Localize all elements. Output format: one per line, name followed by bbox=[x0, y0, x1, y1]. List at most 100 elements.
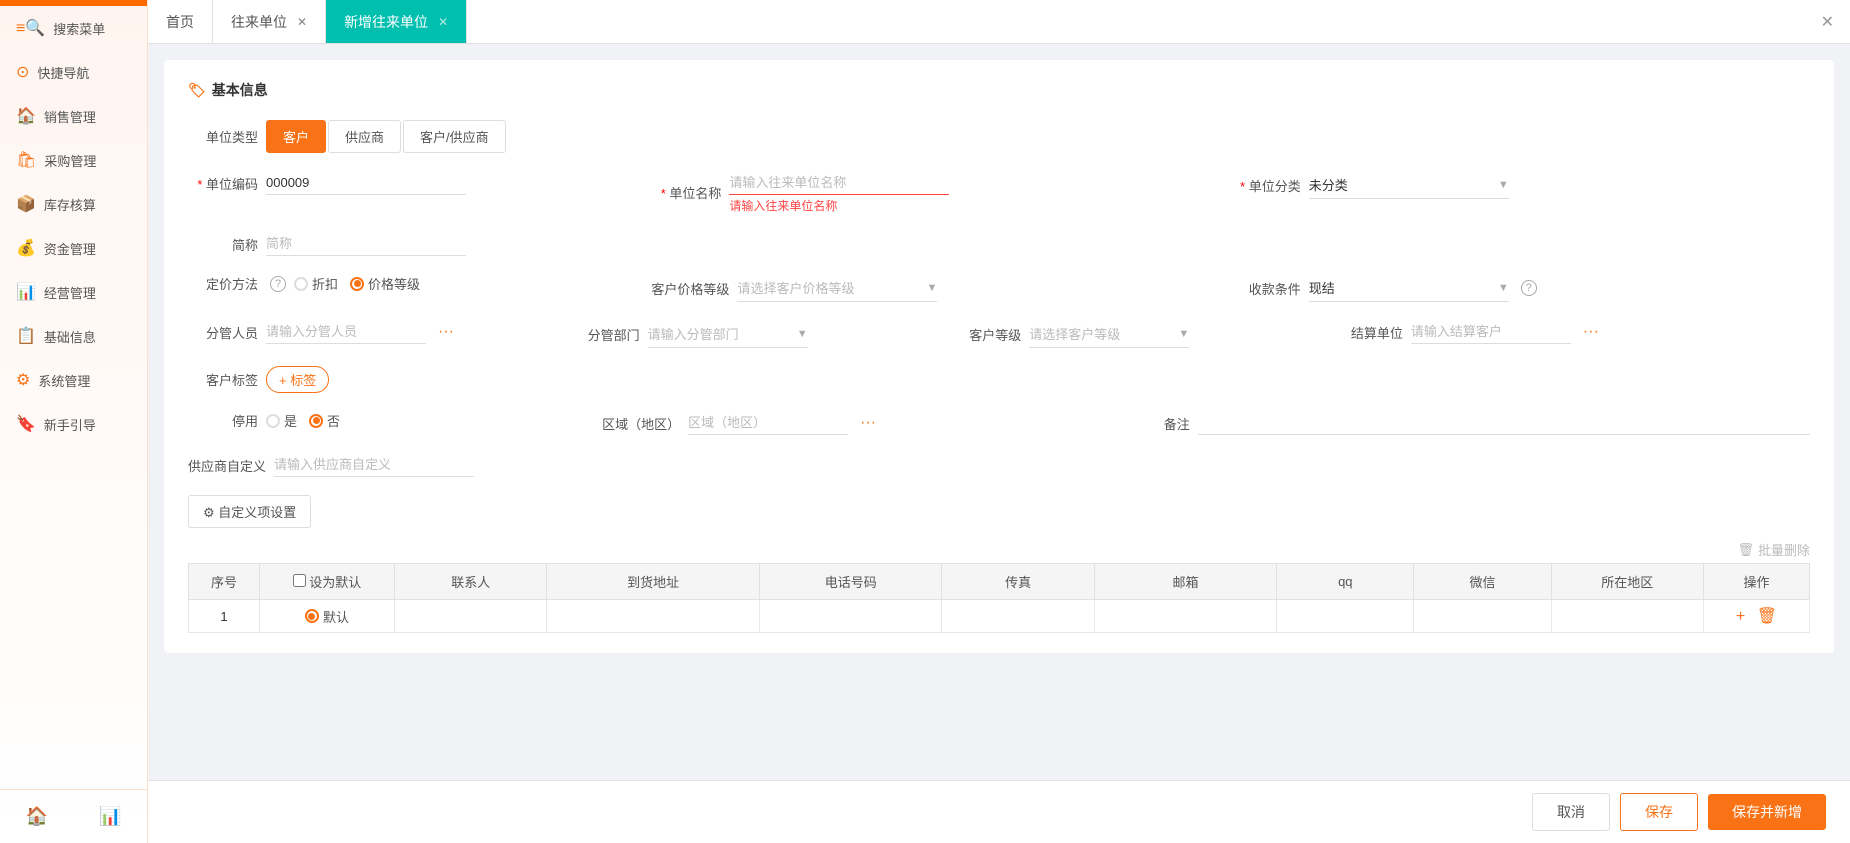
department-select[interactable]: 请输入分管部门 ▼ bbox=[648, 320, 808, 348]
unit-type-row: 单位类型 客户 供应商 客户/供应商 bbox=[188, 120, 1810, 153]
select-all-checkbox[interactable] bbox=[293, 574, 306, 587]
table-header: 序号 设为默认 联系人 到货地址 电话号码 传真 邮箱 qq 微信 所在地区 bbox=[189, 564, 1810, 600]
row-contact-input[interactable] bbox=[431, 609, 511, 624]
region-dots-btn[interactable]: ··· bbox=[856, 414, 880, 432]
tab-new-counterparty-close[interactable]: ✕ bbox=[438, 15, 448, 29]
sidebar-item-finance[interactable]: 💰 资金管理 bbox=[0, 226, 147, 270]
add-tag-button[interactable]: + 标签 bbox=[266, 366, 329, 393]
batch-delete-area[interactable]: 🗑 批量删除 bbox=[188, 540, 1810, 559]
tab-counterparties[interactable]: 往来单位 ✕ bbox=[213, 0, 326, 43]
sidebar-item-label: 新手引导 bbox=[44, 415, 96, 434]
row-qq-input[interactable] bbox=[1310, 609, 1380, 624]
row-address-input[interactable] bbox=[593, 609, 713, 624]
customer-level-value: 请选择客户等级 bbox=[1029, 324, 1174, 343]
sidebar-bottom: 🏠 📊 bbox=[0, 789, 147, 843]
row-delete-btn[interactable]: 🗑 bbox=[1753, 606, 1781, 626]
btn-both[interactable]: 客户/供应商 bbox=[403, 120, 506, 153]
save-button[interactable]: 保存 bbox=[1620, 793, 1698, 831]
disabled-yes-label: 是 bbox=[284, 411, 297, 430]
sidebar-item-basic[interactable]: 📋 基础信息 bbox=[0, 314, 147, 358]
customer-level-label: 客户等级 bbox=[951, 325, 1021, 344]
sidebar-item-system[interactable]: ⚙ 系统管理 bbox=[0, 358, 147, 402]
col-email: 邮箱 bbox=[1094, 564, 1276, 600]
col-phone: 电话号码 bbox=[759, 564, 941, 600]
unit-category-value: 未分类 bbox=[1309, 175, 1494, 194]
unit-type-group: 单位类型 客户 供应商 客户/供应商 bbox=[188, 120, 1810, 153]
unit-name-input[interactable] bbox=[729, 171, 949, 195]
btn-supplier[interactable]: 供应商 bbox=[328, 120, 401, 153]
row-wechat-input[interactable] bbox=[1448, 609, 1518, 624]
settlement-unit-dots-btn[interactable]: ··· bbox=[1579, 323, 1603, 341]
row-email-input[interactable] bbox=[1135, 609, 1235, 624]
sidebar-item-operations[interactable]: 📊 经营管理 bbox=[0, 270, 147, 314]
search-icon: ≡🔍 bbox=[16, 18, 45, 38]
region-group: 区域（地区） ··· bbox=[602, 411, 1120, 435]
row-default-radio[interactable]: 默认 bbox=[270, 607, 384, 626]
tab-home[interactable]: 首页 bbox=[148, 0, 213, 43]
row-phone-input[interactable] bbox=[801, 609, 901, 624]
disabled-no-label: 否 bbox=[327, 411, 340, 430]
pricing-level-radio[interactable]: 价格等级 bbox=[350, 274, 420, 293]
customer-tags-row: 客户标签 + 标签 bbox=[188, 366, 1810, 393]
row-fax bbox=[942, 600, 1094, 633]
payment-terms-select[interactable]: 现结 ▼ bbox=[1309, 274, 1509, 302]
supervisor-dots-btn[interactable]: ··· bbox=[434, 323, 458, 341]
short-name-label: 简称 bbox=[188, 235, 258, 254]
col-wechat: 微信 bbox=[1414, 564, 1551, 600]
sidebar-home-btn[interactable]: 🏠 bbox=[0, 798, 74, 835]
sidebar-item-label: 基础信息 bbox=[44, 327, 96, 346]
row-fax-input[interactable] bbox=[978, 609, 1058, 624]
sidebar-item-purchase[interactable]: 🛍 采购管理 bbox=[0, 138, 147, 182]
sidebar-item-inventory[interactable]: 📦 库存核算 bbox=[0, 182, 147, 226]
supervisor-input[interactable] bbox=[266, 320, 426, 344]
disabled-no-radio[interactable]: 否 bbox=[309, 411, 340, 430]
supplier-custom-input[interactable] bbox=[274, 453, 474, 477]
quick-nav-icon: ⊙ bbox=[16, 62, 29, 82]
settlement-unit-input[interactable] bbox=[1411, 320, 1571, 344]
sidebar-item-quick-nav[interactable]: ⊙ 快捷导航 bbox=[0, 50, 147, 94]
tab-counterparties-close[interactable]: ✕ bbox=[297, 15, 307, 29]
guide-icon: 🔖 bbox=[16, 414, 36, 434]
disabled-yes-radio[interactable]: 是 bbox=[266, 411, 297, 430]
pricing-method-help-icon[interactable]: ? bbox=[270, 276, 286, 292]
unit-name-wrap: 请输入往来单位名称 bbox=[729, 171, 1230, 214]
department-label: 分管部门 bbox=[570, 325, 640, 344]
custom-settings-button[interactable]: ⚙ 自定义项设置 bbox=[188, 495, 311, 528]
pricing-discount-radio[interactable]: 折扣 bbox=[294, 274, 338, 293]
section-title-icon: 🏷 bbox=[188, 82, 206, 99]
tab-new-counterparty[interactable]: 新增往来单位 ✕ bbox=[326, 0, 467, 43]
main-area: 首页 往来单位 ✕ 新增往来单位 ✕ ✕ 🏷 基本信息 单位类型 客户 bbox=[148, 0, 1850, 843]
unit-code-row: 单位编码 单位名称 请输入往来单位名称 单位分类 未分类 ▼ bbox=[188, 171, 1810, 214]
sidebar-item-label: 搜索菜单 bbox=[53, 19, 105, 38]
sales-icon: 🏠 bbox=[16, 106, 36, 126]
customer-level-select[interactable]: 请选择客户等级 ▼ bbox=[1029, 320, 1189, 348]
tab-bar-close-btn[interactable]: ✕ bbox=[1805, 12, 1850, 32]
cancel-button[interactable]: 取消 bbox=[1532, 793, 1610, 831]
row-default-label: 默认 bbox=[323, 607, 349, 626]
unit-category-arrow: ▼ bbox=[1498, 179, 1509, 191]
section-title: 🏷 基本信息 bbox=[188, 80, 1810, 100]
row-add-btn[interactable]: + bbox=[1732, 608, 1749, 626]
unit-code-group: 单位编码 bbox=[188, 171, 651, 195]
row-region-input[interactable] bbox=[1587, 609, 1667, 624]
customer-price-level-select[interactable]: 请选择客户价格等级 ▼ bbox=[737, 274, 937, 302]
unit-category-select[interactable]: 未分类 ▼ bbox=[1309, 171, 1509, 199]
row-contact bbox=[395, 600, 547, 633]
customer-tags-label: 客户标签 bbox=[188, 370, 258, 389]
short-name-input[interactable] bbox=[266, 232, 466, 256]
sidebar-item-search[interactable]: ≡🔍 搜索菜单 bbox=[0, 6, 147, 50]
unit-code-input[interactable] bbox=[266, 171, 466, 195]
short-name-group: 简称 bbox=[188, 232, 1810, 256]
sidebar-item-guide[interactable]: 🔖 新手引导 bbox=[0, 402, 147, 446]
col-qq: qq bbox=[1277, 564, 1414, 600]
sidebar-stats-btn[interactable]: 📊 bbox=[74, 798, 148, 835]
sidebar-item-label: 快捷导航 bbox=[37, 63, 89, 82]
payment-terms-help-icon[interactable]: ? bbox=[1521, 280, 1537, 296]
region-input[interactable] bbox=[688, 411, 848, 435]
sidebar-item-sales[interactable]: 🏠 销售管理 bbox=[0, 94, 147, 138]
remark-input[interactable] bbox=[1198, 411, 1810, 435]
form-footer: 取消 保存 保存并新增 bbox=[148, 780, 1850, 843]
sidebar-item-label: 经营管理 bbox=[44, 283, 96, 302]
btn-customer[interactable]: 客户 bbox=[266, 120, 326, 153]
save-new-button[interactable]: 保存并新增 bbox=[1708, 794, 1826, 830]
